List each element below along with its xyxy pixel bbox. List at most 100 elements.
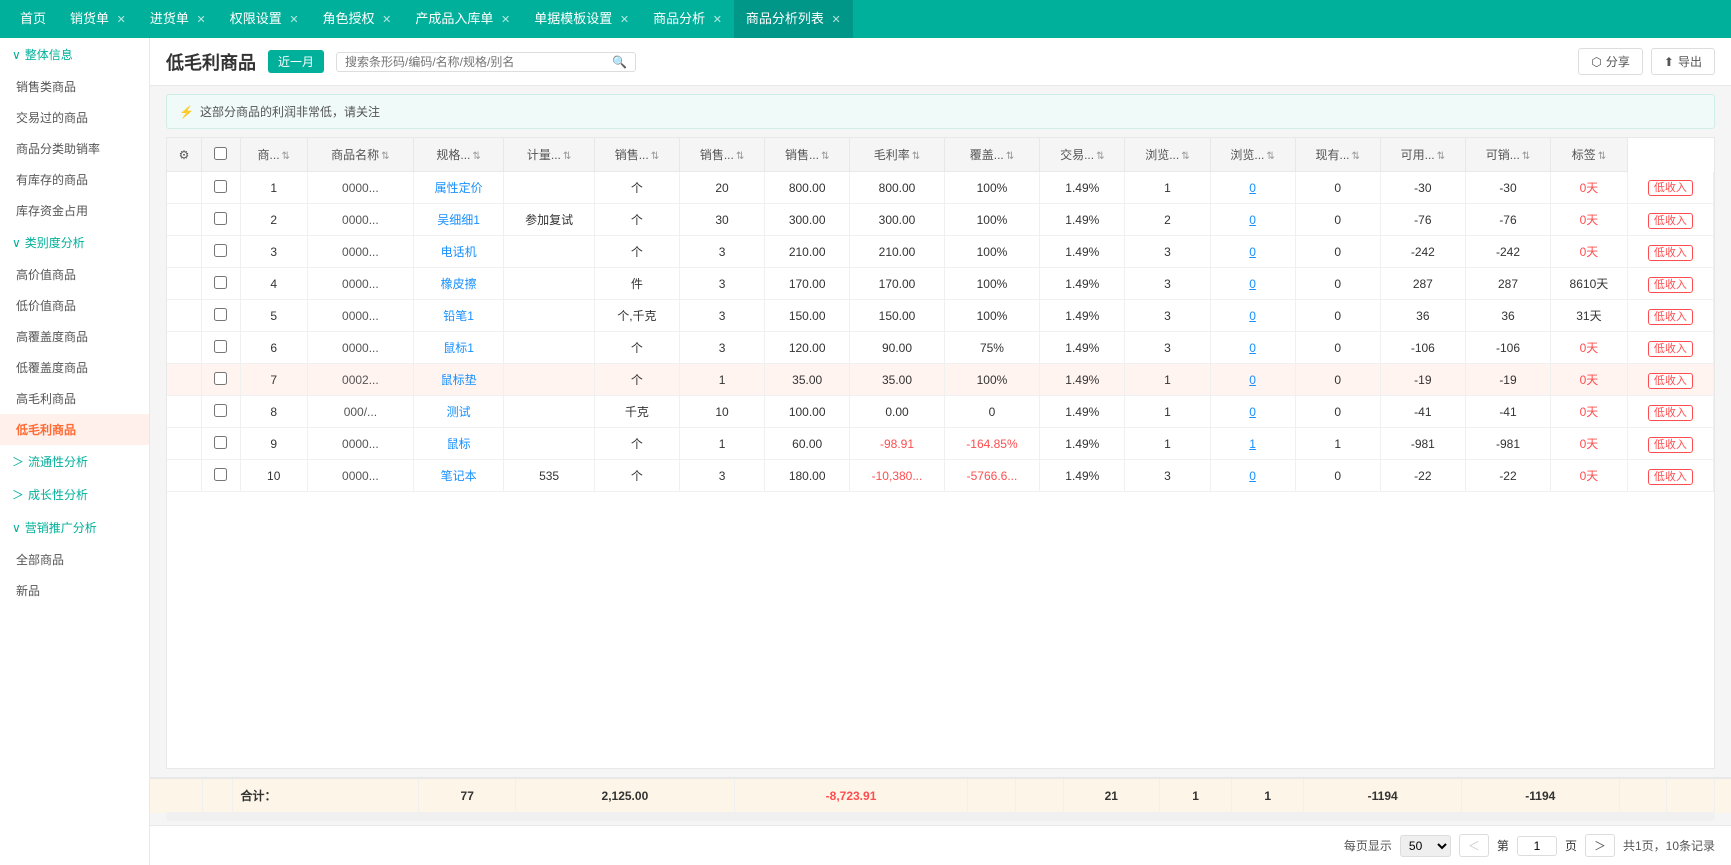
close-product-storage[interactable]: ✕ bbox=[501, 14, 510, 26]
sidebar-item-traded-products[interactable]: 交易过的商品 bbox=[0, 102, 149, 133]
sidebar-item-all-products[interactable]: 全部商品 bbox=[0, 544, 149, 575]
nav-role-auth[interactable]: 角色授权 ✕ bbox=[311, 0, 404, 38]
th-unit[interactable]: 计量...⇅ bbox=[504, 138, 595, 172]
prev-page-button[interactable]: ＜ bbox=[1459, 834, 1489, 857]
nav-product-analysis[interactable]: 商品分析 ✕ bbox=[641, 0, 734, 38]
sidebar-item-category-rate[interactable]: 商品分类助销率 bbox=[0, 133, 149, 164]
cell-checkbox[interactable] bbox=[202, 204, 241, 236]
close-template-settings[interactable]: ✕ bbox=[620, 14, 629, 26]
close-product-analysis[interactable]: ✕ bbox=[713, 14, 722, 26]
gear-icon[interactable]: ⚙ bbox=[179, 148, 190, 162]
row-checkbox-4[interactable] bbox=[214, 308, 227, 321]
th-sales-qty[interactable]: 销售...⇅ bbox=[594, 138, 679, 172]
page-size-select[interactable]: 50 100 200 bbox=[1400, 835, 1451, 857]
cell-name[interactable]: 属性定价 bbox=[413, 172, 504, 204]
horizontal-scrollbar[interactable] bbox=[166, 813, 1715, 821]
export-button[interactable]: ⬆ 导出 bbox=[1651, 48, 1715, 75]
share-button[interactable]: ⬡ 分享 bbox=[1578, 48, 1643, 75]
cell-name[interactable]: 电话机 bbox=[413, 236, 504, 268]
sidebar-item-new-products[interactable]: 新品 bbox=[0, 575, 149, 606]
nav-home[interactable]: 首页 bbox=[8, 0, 58, 38]
sidebar-group-title-marketing[interactable]: ∨ 营销推广分析 bbox=[0, 511, 149, 544]
sidebar-item-low-margin[interactable]: 低毛利商品 bbox=[0, 414, 149, 445]
select-all-checkbox[interactable] bbox=[214, 147, 227, 160]
sidebar-item-high-margin[interactable]: 高毛利商品 bbox=[0, 383, 149, 414]
row-checkbox-0[interactable] bbox=[214, 180, 227, 193]
sidebar-item-sales-products[interactable]: 销售类商品 bbox=[0, 71, 149, 102]
row-checkbox-9[interactable] bbox=[214, 468, 227, 481]
search-icon[interactable]: 🔍 bbox=[612, 55, 627, 69]
th-gross-margin[interactable]: 毛利率⇅ bbox=[850, 138, 944, 172]
row-checkbox-8[interactable] bbox=[214, 436, 227, 449]
cell-name[interactable]: 橡皮擦 bbox=[413, 268, 504, 300]
th-available[interactable]: 可用...⇅ bbox=[1380, 138, 1465, 172]
row-checkbox-5[interactable] bbox=[214, 340, 227, 353]
cell-browse1[interactable]: 0 bbox=[1210, 300, 1295, 332]
cell-browse1[interactable]: 0 bbox=[1210, 204, 1295, 236]
th-coverage[interactable]: 覆盖...⇅ bbox=[944, 138, 1039, 172]
th-code[interactable]: 商...⇅ bbox=[240, 138, 307, 172]
cell-name[interactable]: 鼠标 bbox=[413, 428, 504, 460]
sidebar-item-high-value[interactable]: 高价值商品 bbox=[0, 259, 149, 290]
cell-name[interactable]: 笔记本 bbox=[413, 460, 504, 492]
cell-checkbox[interactable] bbox=[202, 268, 241, 300]
row-checkbox-3[interactable] bbox=[214, 276, 227, 289]
cell-browse1[interactable]: 0 bbox=[1210, 332, 1295, 364]
nav-product-analysis-list[interactable]: 商品分析列表 ✕ bbox=[734, 0, 853, 38]
close-purchase-order[interactable]: ✕ bbox=[196, 14, 205, 26]
th-transaction[interactable]: 交易...⇅ bbox=[1040, 138, 1125, 172]
date-filter-button[interactable]: 近一月 bbox=[268, 50, 324, 73]
cell-name[interactable]: 吴细细1 bbox=[413, 204, 504, 236]
sidebar-item-low-coverage[interactable]: 低覆盖度商品 bbox=[0, 352, 149, 383]
th-name[interactable]: 商品名称⇅ bbox=[307, 138, 413, 172]
row-checkbox-1[interactable] bbox=[214, 212, 227, 225]
row-checkbox-7[interactable] bbox=[214, 404, 227, 417]
th-sales-profit[interactable]: 销售...⇅ bbox=[765, 138, 850, 172]
cell-browse1[interactable]: 0 bbox=[1210, 460, 1295, 492]
th-browse2[interactable]: 浏览...⇅ bbox=[1210, 138, 1295, 172]
sidebar-item-stock-capital[interactable]: 库存资金占用 bbox=[0, 195, 149, 226]
nav-permissions[interactable]: 权限设置 ✕ bbox=[218, 0, 311, 38]
sidebar-group-title-growth[interactable]: ＞ 成长性分析 bbox=[0, 478, 149, 511]
sidebar-item-high-coverage[interactable]: 高覆盖度商品 bbox=[0, 321, 149, 352]
close-permissions[interactable]: ✕ bbox=[289, 14, 298, 26]
close-product-analysis-list[interactable]: ✕ bbox=[832, 14, 841, 26]
cell-checkbox[interactable] bbox=[202, 460, 241, 492]
th-checkbox[interactable] bbox=[202, 138, 241, 172]
close-sales-order[interactable]: ✕ bbox=[117, 14, 126, 26]
cell-checkbox[interactable] bbox=[202, 236, 241, 268]
th-settings[interactable]: ⚙ bbox=[167, 138, 202, 172]
th-sellable[interactable]: 可销...⇅ bbox=[1465, 138, 1550, 172]
cell-checkbox[interactable] bbox=[202, 300, 241, 332]
th-spec[interactable]: 规格...⇅ bbox=[413, 138, 504, 172]
th-sales-amount[interactable]: 销售...⇅ bbox=[679, 138, 764, 172]
cell-name[interactable]: 鼠标1 bbox=[413, 332, 504, 364]
cell-name[interactable]: 鼠标垫 bbox=[413, 364, 504, 396]
nav-sales-order[interactable]: 销货单 ✕ bbox=[58, 0, 138, 38]
page-number-input[interactable] bbox=[1517, 836, 1557, 856]
sidebar-item-stocked-products[interactable]: 有库存的商品 bbox=[0, 164, 149, 195]
row-checkbox-6[interactable] bbox=[214, 372, 227, 385]
cell-browse1[interactable]: 0 bbox=[1210, 268, 1295, 300]
cell-checkbox[interactable] bbox=[202, 332, 241, 364]
cell-browse1[interactable]: 0 bbox=[1210, 172, 1295, 204]
cell-browse1[interactable]: 0 bbox=[1210, 364, 1295, 396]
nav-product-storage[interactable]: 产成品入库单 ✕ bbox=[403, 0, 522, 38]
cell-browse1[interactable]: 1 bbox=[1210, 428, 1295, 460]
sidebar-group-title-overview[interactable]: ∨ 整体信息 bbox=[0, 38, 149, 71]
cell-checkbox[interactable] bbox=[202, 364, 241, 396]
nav-purchase-order[interactable]: 进货单 ✕ bbox=[138, 0, 218, 38]
cell-checkbox[interactable] bbox=[202, 396, 241, 428]
sidebar-group-title-dimension[interactable]: ∨ 类别度分析 bbox=[0, 226, 149, 259]
th-current-stock[interactable]: 现有...⇅ bbox=[1295, 138, 1380, 172]
sidebar-item-low-value[interactable]: 低价值商品 bbox=[0, 290, 149, 321]
search-input[interactable] bbox=[345, 55, 612, 69]
sidebar-group-title-liquidity[interactable]: ＞ 流通性分析 bbox=[0, 445, 149, 478]
nav-template-settings[interactable]: 单据模板设置 ✕ bbox=[522, 0, 641, 38]
cell-checkbox[interactable] bbox=[202, 428, 241, 460]
close-role-auth[interactable]: ✕ bbox=[382, 14, 391, 26]
cell-checkbox[interactable] bbox=[202, 172, 241, 204]
next-page-button[interactable]: ＞ bbox=[1585, 834, 1615, 857]
cell-browse1[interactable]: 0 bbox=[1210, 236, 1295, 268]
th-browse1[interactable]: 浏览...⇅ bbox=[1125, 138, 1210, 172]
